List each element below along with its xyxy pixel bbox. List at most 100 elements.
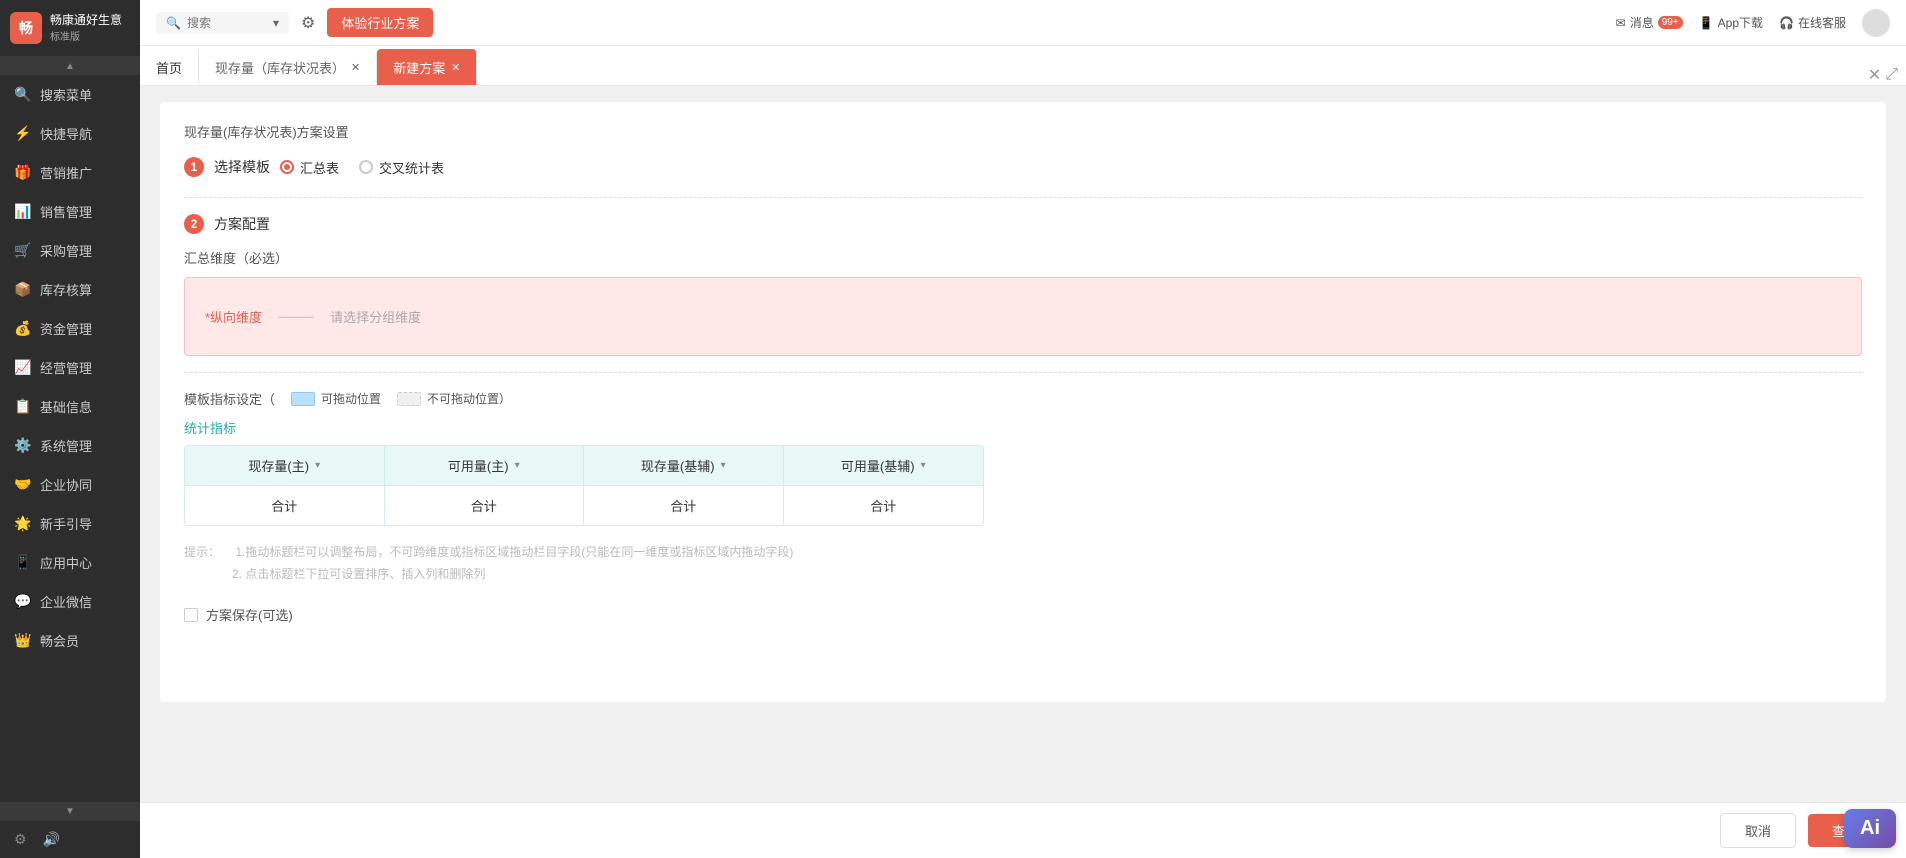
panel-expand-icon[interactable]: ⤢ [1885, 66, 1898, 84]
sidebar-scroll-up[interactable]: ▲ [0, 57, 140, 75]
sidebar-label-purchase: 采购管理 [40, 241, 92, 260]
sidebar-icon-app-center: 📱 [14, 554, 32, 572]
tab-inventory-close[interactable]: ✕ [351, 61, 360, 74]
message-btn[interactable]: ✉ 消息 99+ [1616, 14, 1683, 31]
fixed-tag-label: 不可拖动位置） [427, 390, 511, 407]
sidebar-label-search-menu: 搜索菜单 [40, 85, 92, 104]
sidebar-label-wechat: 企业微信 [40, 592, 92, 611]
main: 🔍 ▾ ⚙ 体验行业方案 ✉ 消息 99+ 📱 App下载 🎧 在线客服 [140, 0, 1906, 858]
col4-dropdown[interactable]: ▾ [921, 460, 926, 471]
audio-icon[interactable]: 🔊 [43, 831, 60, 848]
message-badge: 99+ [1658, 16, 1683, 29]
sidebar: 畅 畅康通好生意 标准版 ▲ 🔍 搜索菜单 ⚡ 快捷导航 🎁 营销推广 📊 销售… [0, 0, 140, 858]
search-dropdown-icon[interactable]: ▾ [273, 16, 279, 30]
stats-header-col1: 现存量(主) ▾ [185, 446, 385, 485]
stats-cell-col2: 合计 [385, 485, 585, 525]
service-icon: 🎧 [1779, 16, 1794, 30]
radio-cross-dot [359, 160, 373, 174]
sidebar-item-system[interactable]: ⚙️ 系统管理 [0, 426, 140, 465]
sidebar-icon-purchase: 🛒 [14, 242, 32, 260]
template-radio-group: 汇总表 交叉统计表 [280, 158, 444, 177]
save-checkbox[interactable] [184, 608, 198, 622]
radio-cross[interactable]: 交叉统计表 [359, 158, 444, 177]
cancel-button[interactable]: 取消 [1720, 813, 1796, 848]
stats-cell-col4: 合计 [784, 485, 984, 525]
sidebar-label-sales: 销售管理 [40, 202, 92, 221]
service-btn[interactable]: 🎧 在线客服 [1779, 14, 1846, 31]
sidebar-icon-membership: 👑 [14, 632, 32, 650]
sidebar-icon-sales: 📊 [14, 203, 32, 221]
panel-title: 现存量(库存状况表)方案设置 [184, 122, 1862, 141]
sidebar-item-quick-nav[interactable]: ⚡ 快捷导航 [0, 114, 140, 153]
settings-icon[interactable]: ⚙ [14, 831, 27, 848]
stats-data-row: 合计 合计 合计 合计 [185, 485, 983, 525]
dimension-line: —— [278, 306, 314, 327]
sidebar-item-inventory[interactable]: 📦 库存核算 [0, 270, 140, 309]
stats-header-col4: 可用量(基辅) ▾ [784, 446, 984, 485]
sidebar-item-purchase[interactable]: 🛒 采购管理 [0, 231, 140, 270]
col1-dropdown[interactable]: ▾ [315, 460, 320, 471]
radio-cross-label: 交叉统计表 [379, 158, 444, 177]
sidebar-item-app-center[interactable]: 📱 应用中心 [0, 543, 140, 582]
sidebar-item-search-menu[interactable]: 🔍 搜索菜单 [0, 75, 140, 114]
search-box[interactable]: 🔍 ▾ [156, 12, 289, 34]
sidebar-item-guide[interactable]: 🌟 新手引导 [0, 504, 140, 543]
app-icon: 📱 [1699, 16, 1714, 30]
sidebar-label-marketing: 营销推广 [40, 163, 92, 182]
sidebar-item-operation[interactable]: 📈 经营管理 [0, 348, 140, 387]
panel-close-icon[interactable]: ✕ [1868, 65, 1881, 85]
save-option: 方案保存(可选) [184, 605, 1862, 624]
dimension-box[interactable]: *纵向维度 —— 请选择分组维度 [184, 277, 1862, 356]
sidebar-icon-search-menu: 🔍 [14, 86, 32, 104]
sidebar-label-basic-info: 基础信息 [40, 397, 92, 416]
sidebar-label-finance: 资金管理 [40, 319, 92, 338]
sidebar-item-marketing[interactable]: 🎁 营销推广 [0, 153, 140, 192]
tab-new-plan-label: 新建方案 [393, 58, 445, 77]
tab-new-plan-close[interactable]: ✕ [451, 61, 460, 74]
user-avatar[interactable] [1862, 9, 1890, 37]
section-choose-template: 1 选择模板 汇总表 交叉统计表 [184, 157, 1862, 177]
sidebar-icon-system: ⚙️ [14, 437, 32, 455]
topbar-settings-icon[interactable]: ⚙ [301, 13, 315, 33]
stats-header-col3: 现存量(基辅) ▾ [584, 446, 784, 485]
sidebar-label-operation: 经营管理 [40, 358, 92, 377]
sidebar-label-app-center: 应用中心 [40, 553, 92, 572]
sidebar-label-system: 系统管理 [40, 436, 92, 455]
sidebar-icon-quick-nav: ⚡ [14, 125, 32, 143]
sidebar-icon-cooperation: 🤝 [14, 476, 32, 494]
col2-dropdown[interactable]: ▾ [515, 460, 520, 471]
tip2: 2. 点击标题栏下拉可设置排序、插入列和删除列 [184, 564, 1862, 586]
brand-sub: 标准版 [50, 28, 122, 43]
trial-button[interactable]: 体验行业方案 [327, 8, 433, 37]
tab-new-plan[interactable]: 新建方案 ✕ [377, 49, 477, 85]
radio-summary-dot [280, 160, 294, 174]
ai-button[interactable]: Ai [1844, 809, 1896, 848]
sidebar-scroll-down[interactable]: ▼ [0, 802, 140, 820]
stats-cell-col3: 合计 [584, 485, 784, 525]
sidebar-icon-basic-info: 📋 [14, 398, 32, 416]
tab-inventory-status[interactable]: 现存量（库存状况表） ✕ [199, 49, 377, 85]
sidebar-item-finance[interactable]: 💰 资金管理 [0, 309, 140, 348]
sidebar-item-sales[interactable]: 📊 销售管理 [0, 192, 140, 231]
sidebar-item-cooperation[interactable]: 🤝 企业协同 [0, 465, 140, 504]
sidebar-label-cooperation: 企业协同 [40, 475, 92, 494]
sidebar-item-wechat[interactable]: 💬 企业微信 [0, 582, 140, 621]
radio-summary-label: 汇总表 [300, 158, 339, 177]
search-input[interactable] [187, 16, 267, 30]
sidebar-items: 🔍 搜索菜单 ⚡ 快捷导航 🎁 营销推广 📊 销售管理 🛒 采购管理 📦 库存核… [0, 75, 140, 802]
stats-cell-col1: 合计 [185, 485, 385, 525]
stats-header-col2: 可用量(主) ▾ [385, 446, 585, 485]
tab-home[interactable]: 首页 [140, 49, 199, 85]
sidebar-item-membership[interactable]: 👑 畅会员 [0, 621, 140, 660]
settings-panel: 现存量(库存状况表)方案设置 1 选择模板 汇总表 交叉统计表 [160, 102, 1886, 702]
stats-header-row: 现存量(主) ▾ 可用量(主) ▾ 现存量(基辅) ▾ [185, 446, 983, 485]
radio-summary[interactable]: 汇总表 [280, 158, 339, 177]
sidebar-item-basic-info[interactable]: 📋 基础信息 [0, 387, 140, 426]
sidebar-icon-inventory: 📦 [14, 281, 32, 299]
movable-tag-box [291, 392, 315, 406]
indicator-fixed-tag: 不可拖动位置） [397, 390, 511, 407]
indicators-label: 模板指标设定（ 可拖动位置 不可拖动位置） [184, 389, 1862, 408]
col3-dropdown[interactable]: ▾ [721, 460, 726, 471]
app-download-btn[interactable]: 📱 App下载 [1699, 14, 1763, 31]
sidebar-icon-wechat: 💬 [14, 593, 32, 611]
